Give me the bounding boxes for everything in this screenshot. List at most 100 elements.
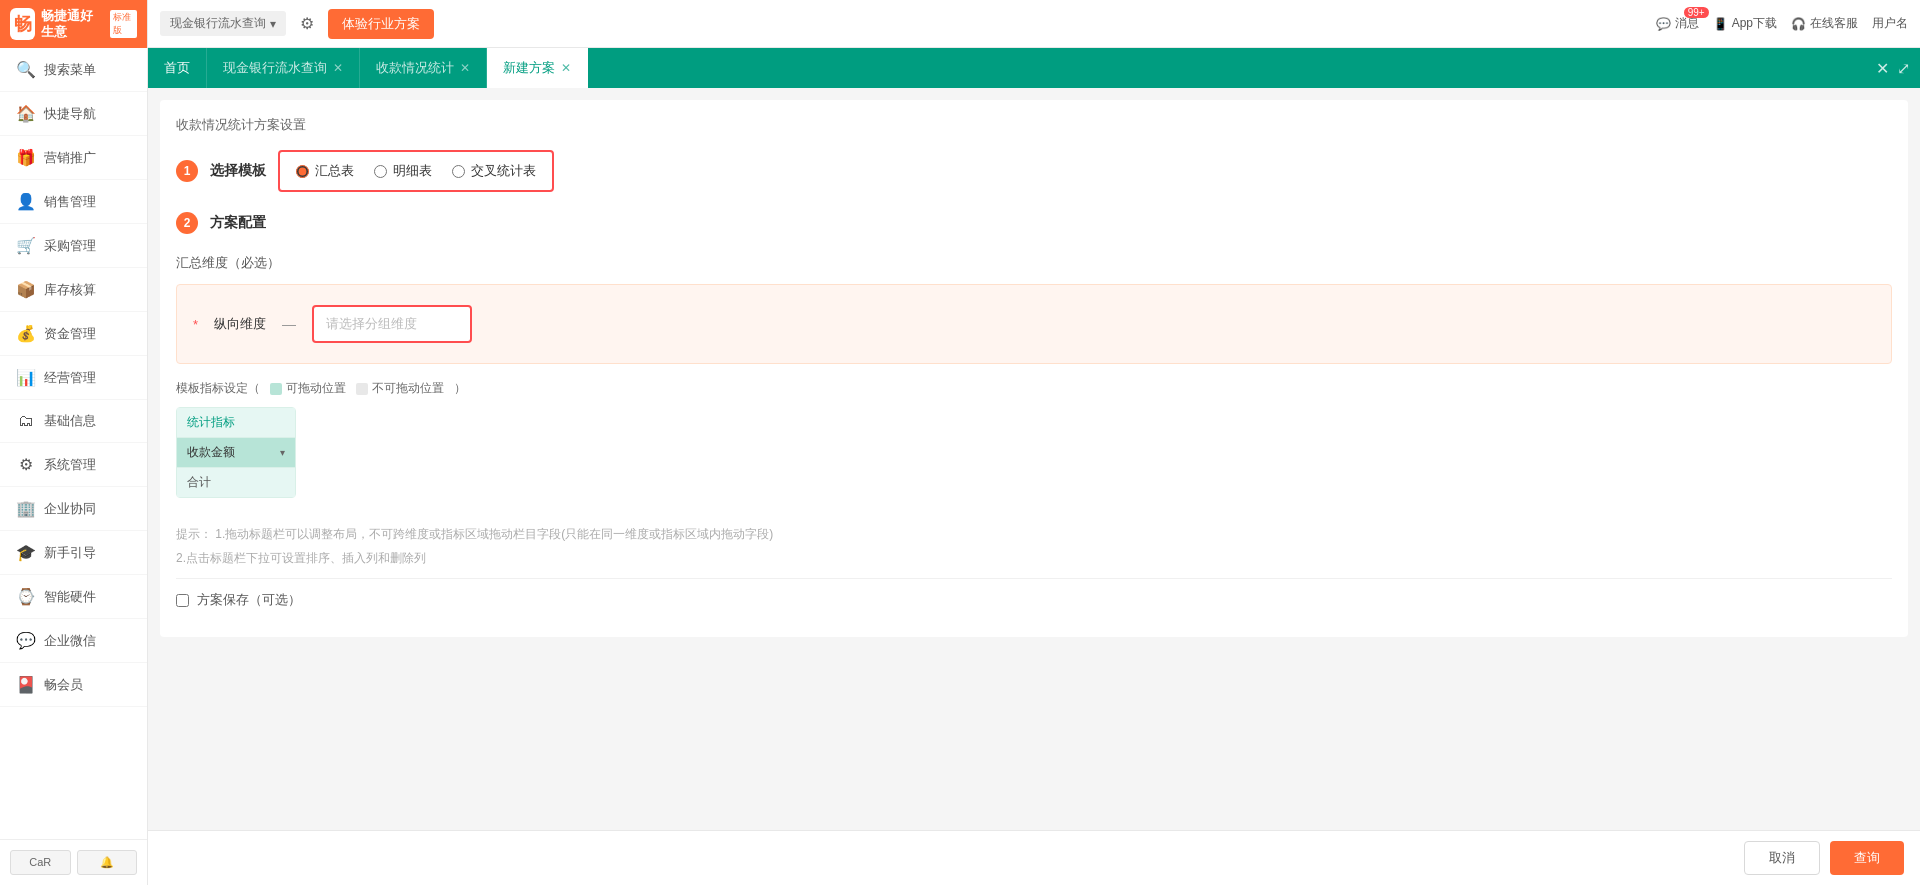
indicator-section: 模板指标设定（ 可拖动位置 不可拖动位置 ） 统计指标 — [176, 380, 1892, 498]
breadcrumb: 现金银行流水查询 ▾ — [160, 11, 286, 36]
sidebar-item-member[interactable]: 🎴 畅会员 — [0, 663, 147, 707]
tips-section: 提示： 1.拖动标题栏可以调整布局，不可跨维度或指标区域拖动栏目字段(只能在同一… — [176, 522, 1892, 570]
draggable-label: 可拖动位置 — [286, 380, 346, 397]
settings-icon[interactable]: ⚙ — [296, 10, 318, 37]
sidebar-item-capital[interactable]: 💰 资金管理 — [0, 312, 147, 356]
breadcrumb-text: 现金银行流水查询 — [170, 15, 266, 32]
online-support-label: 在线客服 — [1810, 15, 1858, 32]
sidebar-item-enterprise[interactable]: 🏢 企业协同 — [0, 487, 147, 531]
chevron-down-icon: ▾ — [280, 447, 285, 458]
dimension-area: * 纵向维度 — 请选择分组维度 — [176, 284, 1892, 364]
notification-item[interactable]: 💬 消息 99+ — [1656, 15, 1699, 32]
sidebar-item-weixin[interactable]: 💬 企业微信 — [0, 619, 147, 663]
chat-icon: 💬 — [16, 631, 36, 650]
industry-button[interactable]: 体验行业方案 — [328, 9, 434, 39]
content: 收款情况统计方案设置 1 选择模板 汇总表 明细表 交叉统计 — [148, 88, 1920, 830]
indicator-group-header: 统计指标 — [177, 408, 295, 437]
logo-icon: 畅 — [10, 8, 35, 40]
tab-collections-close[interactable]: ✕ — [460, 61, 470, 75]
dimension-select-placeholder: 请选择分组维度 — [326, 315, 417, 333]
tab-newplan[interactable]: 新建方案 ✕ — [487, 48, 588, 88]
sidebar-item-hardware[interactable]: ⌚ 智能硬件 — [0, 575, 147, 619]
step1-num: 1 — [176, 160, 198, 182]
message-icon: 💬 — [1656, 17, 1671, 31]
save-checkbox[interactable] — [176, 594, 189, 607]
radio-detail-input[interactable] — [374, 165, 387, 178]
search-icon: 🔍 — [16, 60, 36, 79]
config-section: 汇总维度（必选） * 纵向维度 — 请选择分组维度 模板指标设定（ — [176, 254, 1892, 570]
tab-close-btn[interactable]: ✕ — [1876, 59, 1889, 78]
sidebar-item-label: 畅会员 — [44, 676, 83, 694]
step1-row: 1 选择模板 汇总表 明细表 交叉统计表 — [176, 150, 1892, 192]
dim-arrow-icon: — — [282, 316, 296, 332]
gear-icon: ⚙ — [16, 455, 36, 474]
user-item[interactable]: 用户名 — [1872, 15, 1908, 32]
sidebar-item-marketing[interactable]: 🎁 营销推广 — [0, 136, 147, 180]
tab-newplan-close[interactable]: ✕ — [561, 61, 571, 75]
radio-cross[interactable]: 交叉统计表 — [452, 162, 536, 180]
sidebar-item-label: 经营管理 — [44, 369, 96, 387]
indicator-item-amount[interactable]: 收款金额 ▾ — [177, 437, 295, 467]
main-area: 现金银行流水查询 ▾ ⚙ 体验行业方案 💬 消息 99+ 📱 App下载 🎧 在… — [148, 0, 1920, 885]
dimension-select[interactable]: 请选择分组维度 — [312, 305, 472, 343]
save-label: 方案保存（可选） — [197, 591, 301, 609]
query-button[interactable]: 查询 — [1830, 841, 1904, 875]
sidebar-item-system[interactable]: ⚙ 系统管理 — [0, 443, 147, 487]
draggable-tag: 可拖动位置 — [270, 380, 346, 397]
tab-home[interactable]: 首页 — [148, 48, 207, 88]
user-label: 用户名 — [1872, 15, 1908, 32]
folder-icon: 🗂 — [16, 412, 36, 430]
radio-detail[interactable]: 明细表 — [374, 162, 432, 180]
chart-icon: 📊 — [16, 368, 36, 387]
sidebar: 畅 畅捷通好生意 标准版 🔍 搜索菜单 🏠 快捷导航 🎁 营销推广 👤 销售管理… — [0, 0, 148, 885]
indicator-item-label: 收款金额 — [187, 444, 235, 461]
draggable-dot — [270, 383, 282, 395]
app-download-item[interactable]: 📱 App下载 — [1713, 15, 1777, 32]
cancel-button[interactable]: 取消 — [1744, 841, 1820, 875]
app-download-label: App下载 — [1732, 15, 1777, 32]
sidebar-item-label: 搜索菜单 — [44, 61, 96, 79]
sidebar-car-btn[interactable]: CaR — [10, 850, 71, 875]
radio-summary[interactable]: 汇总表 — [296, 162, 354, 180]
radio-detail-label: 明细表 — [393, 162, 432, 180]
sidebar-item-label: 资金管理 — [44, 325, 96, 343]
nodrag-label: 不可拖动位置 — [372, 380, 444, 397]
sidebar-item-label: 新手引导 — [44, 544, 96, 562]
app-icon: 📱 — [1713, 17, 1728, 31]
online-support-item[interactable]: 🎧 在线客服 — [1791, 15, 1858, 32]
sidebar-nav: 🔍 搜索菜单 🏠 快捷导航 🎁 营销推广 👤 销售管理 🛒 采购管理 📦 库存核… — [0, 48, 147, 839]
radio-cross-label: 交叉统计表 — [471, 162, 536, 180]
sidebar-notification-btn[interactable]: 🔔 — [77, 850, 138, 875]
radio-cross-input[interactable] — [452, 165, 465, 178]
sidebar-logo: 畅 畅捷通好生意 标准版 — [0, 0, 147, 48]
logo-text: 畅捷通好生意 — [41, 8, 103, 39]
tab-cashflow-label: 现金银行流水查询 — [223, 59, 327, 77]
gift-icon: 🎁 — [16, 148, 36, 167]
tab-newplan-label: 新建方案 — [503, 59, 555, 77]
radio-summary-input[interactable] — [296, 165, 309, 178]
tab-collections[interactable]: 收款情况统计 ✕ — [360, 48, 487, 88]
indicator-label-row: 模板指标设定（ 可拖动位置 不可拖动位置 ） — [176, 380, 1892, 397]
sidebar-item-inventory[interactable]: 📦 库存核算 — [0, 268, 147, 312]
dimension-config-title: 汇总维度（必选） — [176, 254, 1892, 272]
sidebar-item-search[interactable]: 🔍 搜索菜单 — [0, 48, 147, 92]
sidebar-item-operations[interactable]: 📊 经营管理 — [0, 356, 147, 400]
sidebar-item-basic[interactable]: 🗂 基础信息 — [0, 400, 147, 443]
tabbar: 首页 现金银行流水查询 ✕ 收款情况统计 ✕ 新建方案 ✕ ✕ ⤢ — [148, 48, 1920, 88]
tip-line2: 2.点击标题栏下拉可设置排序、插入列和删除列 — [176, 546, 1892, 570]
sidebar-item-guide[interactable]: 🎓 新手引导 — [0, 531, 147, 575]
nodrag-tag: 不可拖动位置 — [356, 380, 444, 397]
panel-title: 收款情况统计方案设置 — [176, 116, 1892, 134]
money-icon: 💰 — [16, 324, 36, 343]
step1-label: 选择模板 — [210, 162, 266, 180]
sidebar-item-quicknav[interactable]: 🏠 快捷导航 — [0, 92, 147, 136]
tab-cashflow[interactable]: 现金银行流水查询 ✕ — [207, 48, 360, 88]
tab-expand-btn[interactable]: ⤢ — [1897, 59, 1910, 78]
sidebar-item-purchase[interactable]: 🛒 采购管理 — [0, 224, 147, 268]
indicator-group: 统计指标 收款金额 ▾ 合计 — [176, 407, 296, 498]
topbar: 现金银行流水查询 ▾ ⚙ 体验行业方案 💬 消息 99+ 📱 App下载 🎧 在… — [148, 0, 1920, 48]
tab-cashflow-close[interactable]: ✕ — [333, 61, 343, 75]
user-icon: 👤 — [16, 192, 36, 211]
sidebar-item-sales[interactable]: 👤 销售管理 — [0, 180, 147, 224]
tab-collections-label: 收款情况统计 — [376, 59, 454, 77]
